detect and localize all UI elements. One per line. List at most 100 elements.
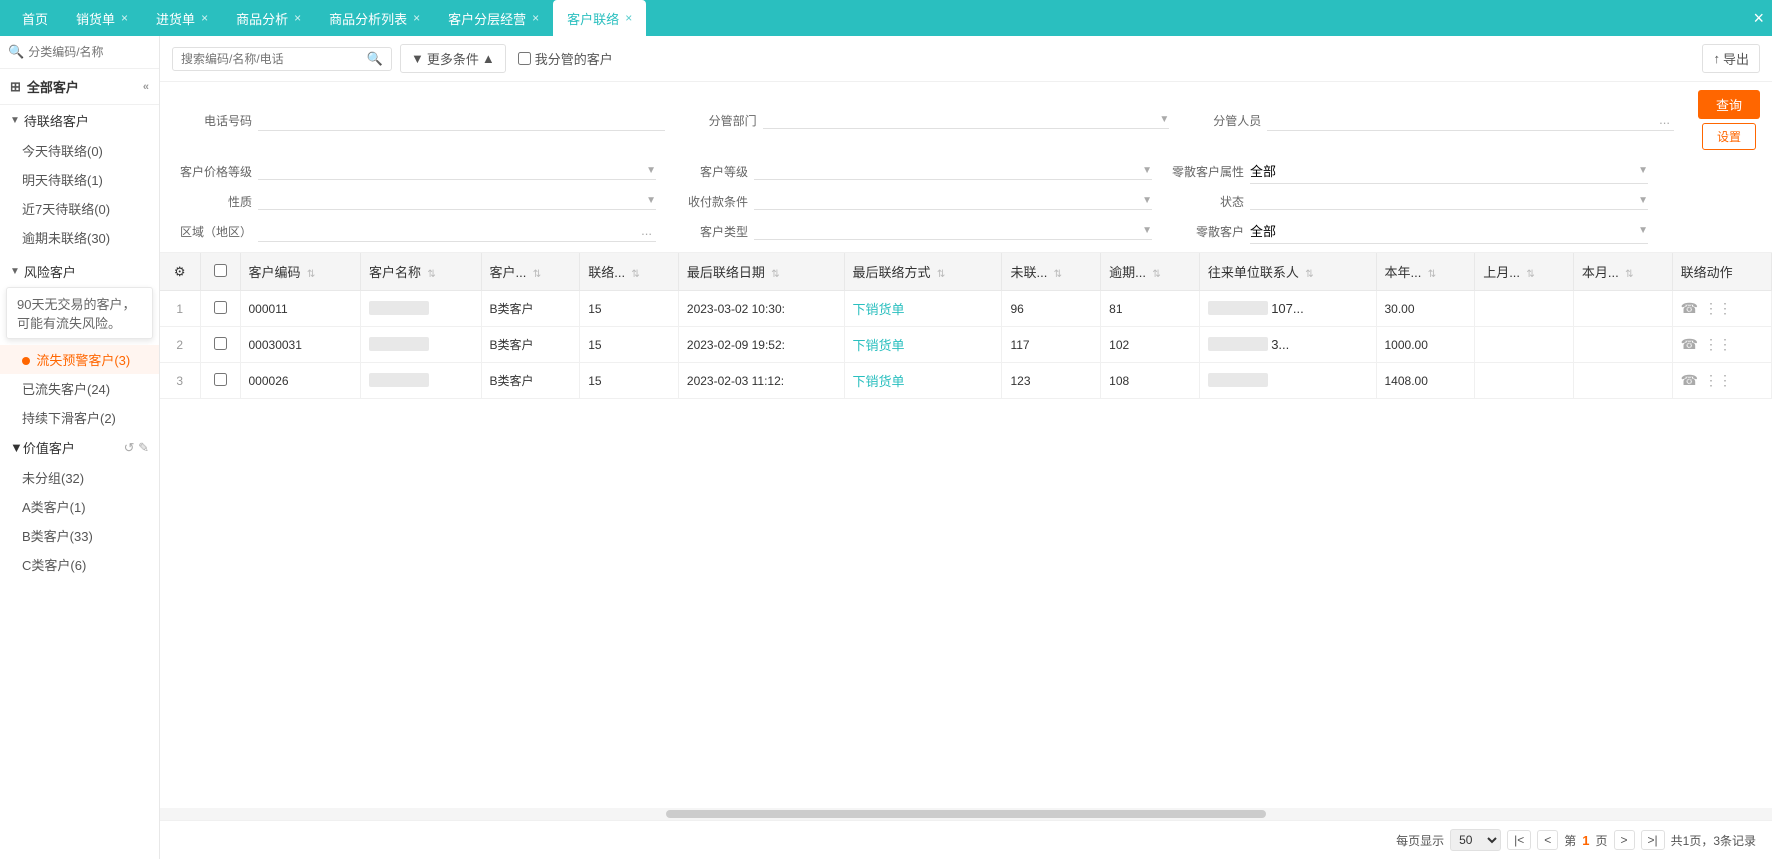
- col-check[interactable]: [200, 253, 240, 291]
- row3-method-link[interactable]: 下销货单: [853, 374, 905, 389]
- row1-contact: 15: [580, 291, 679, 327]
- sidebar-item-churn-warning[interactable]: 流失预警客户(3): [0, 345, 159, 374]
- filter-zero-attr-select[interactable]: 全部 ▼: [1250, 158, 1648, 184]
- col-name[interactable]: 客户名称 ⇅: [361, 253, 482, 291]
- filter-nature-select[interactable]: ▼: [258, 192, 656, 210]
- filter-customer-level-select[interactable]: ▼: [754, 162, 1152, 180]
- filter-customer-type-select[interactable]: ▼: [754, 222, 1152, 240]
- sidebar-group-churn[interactable]: ▼ 风险客户: [0, 256, 159, 287]
- first-page-btn[interactable]: |<: [1507, 830, 1531, 850]
- more-conditions-btn[interactable]: ▼ 更多条件 ▲: [400, 44, 506, 73]
- my-customers-check[interactable]: [518, 52, 531, 65]
- tab-customer-tier[interactable]: 客户分层经营 ×: [434, 0, 553, 36]
- select-all-checkbox[interactable]: [214, 264, 227, 277]
- toolbar-right: ↑ 导出: [1702, 44, 1760, 73]
- sidebar-item-overdue[interactable]: 逾期未联络(30): [0, 223, 159, 252]
- my-customers-checkbox[interactable]: 我分管的客户: [518, 49, 613, 68]
- toolbar-search-input[interactable]: [181, 52, 363, 66]
- row2-this-year: 1000.00: [1376, 327, 1475, 363]
- row3-check[interactable]: [200, 363, 240, 399]
- col-uncontacted[interactable]: 未联... ⇅: [1002, 253, 1101, 291]
- close-customer-contact-tab[interactable]: ×: [625, 11, 632, 25]
- prev-page-btn[interactable]: <: [1537, 830, 1558, 850]
- col-last-method[interactable]: 最后联络方式 ⇅: [844, 253, 1002, 291]
- filter-person-select[interactable]: ...: [1267, 109, 1674, 131]
- row1-more-icon[interactable]: ⋮⋮: [1704, 300, 1732, 317]
- col-unit-contact[interactable]: 往来单位联系人 ⇅: [1199, 253, 1376, 291]
- filter-person-dots[interactable]: ...: [1655, 112, 1674, 127]
- row3-checkbox[interactable]: [214, 373, 227, 386]
- sidebar-item-tomorrow[interactable]: 明天待联络(1): [0, 165, 159, 194]
- filter-zero-customer-select[interactable]: 全部 ▼: [1250, 218, 1648, 244]
- close-analysis-list-tab[interactable]: ×: [413, 11, 420, 25]
- row2-check[interactable]: [200, 327, 240, 363]
- sidebar-search-input[interactable]: [28, 45, 151, 59]
- col-overdue[interactable]: 逾期... ⇅: [1101, 253, 1200, 291]
- toolbar-search-box[interactable]: 🔍: [172, 47, 392, 71]
- filter-status-select[interactable]: ▼: [1250, 192, 1648, 210]
- row2-uncontacted: 117: [1002, 327, 1101, 363]
- col-type[interactable]: 客户... ⇅: [481, 253, 580, 291]
- col-this-year[interactable]: 本年... ⇅: [1376, 253, 1475, 291]
- next-page-btn[interactable]: >: [1614, 830, 1635, 850]
- row1-phone-icon[interactable]: ☎: [1681, 300, 1698, 317]
- tab-purchase[interactable]: 进货单 ×: [142, 0, 222, 36]
- close-sales-tab[interactable]: ×: [121, 11, 128, 25]
- row1-last-method[interactable]: 下销货单: [844, 291, 1002, 327]
- sidebar-item-today[interactable]: 今天待联络(0): [0, 136, 159, 165]
- row2-phone-icon[interactable]: ☎: [1681, 336, 1698, 353]
- sidebar-item-7days[interactable]: 近7天待联络(0): [0, 194, 159, 223]
- last-page-btn[interactable]: >|: [1641, 830, 1665, 850]
- window-close-icon[interactable]: ×: [1753, 8, 1764, 29]
- col-code[interactable]: 客户编码 ⇅: [240, 253, 361, 291]
- sidebar-item-declining[interactable]: 持续下滑客户(2): [0, 403, 159, 432]
- row1-checkbox[interactable]: [214, 301, 227, 314]
- sidebar-item-class-a[interactable]: A类客户(1): [0, 492, 159, 521]
- row2-more-icon[interactable]: ⋮⋮: [1704, 336, 1732, 353]
- filter-payment-select[interactable]: ▼: [754, 192, 1152, 210]
- filter-region-dots[interactable]: ...: [637, 223, 656, 238]
- row3-more-icon[interactable]: ⋮⋮: [1704, 372, 1732, 389]
- horizontal-scrollbar[interactable]: [160, 808, 1772, 820]
- sidebar-search-box[interactable]: 🔍: [0, 36, 159, 69]
- filter-phone-input[interactable]: [258, 110, 665, 131]
- close-purchase-tab[interactable]: ×: [201, 11, 208, 25]
- sidebar-all-customers[interactable]: ⊞ 全部客户 «: [0, 69, 159, 105]
- toolbar-search-icon[interactable]: 🔍: [367, 51, 383, 67]
- row2-method-link[interactable]: 下销货单: [853, 338, 905, 353]
- row2-checkbox[interactable]: [214, 337, 227, 350]
- settings-button[interactable]: 设置: [1702, 123, 1756, 150]
- settings-gear-icon[interactable]: ⚙: [174, 264, 186, 279]
- row2-overdue: 102: [1101, 327, 1200, 363]
- row3-last-method[interactable]: 下销货单: [844, 363, 1002, 399]
- filter-region-select[interactable]: ...: [258, 220, 656, 242]
- row1-method-link[interactable]: 下销货单: [853, 302, 905, 317]
- row1-check[interactable]: [200, 291, 240, 327]
- col-last-date[interactable]: 最后联络日期 ⇅: [678, 253, 844, 291]
- tab-analysis[interactable]: 商品分析 ×: [222, 0, 315, 36]
- filter-price-select[interactable]: ▼: [258, 162, 656, 180]
- sidebar-group-pending[interactable]: ▼ 待联络客户: [0, 105, 159, 136]
- row3-phone-icon[interactable]: ☎: [1681, 372, 1698, 389]
- col-this-month[interactable]: 本月... ⇅: [1573, 253, 1672, 291]
- tab-customer-contact[interactable]: 客户联络 ×: [553, 0, 646, 36]
- sidebar-item-churned[interactable]: 已流失客户(24): [0, 374, 159, 403]
- chevron-down-icon-7: ▼: [1638, 195, 1648, 206]
- per-page-select[interactable]: 50 100 200: [1450, 829, 1501, 851]
- tab-home[interactable]: 首页: [8, 0, 62, 36]
- tab-sales[interactable]: 销货单 ×: [62, 0, 142, 36]
- sidebar-item-class-c[interactable]: C类客户(6): [0, 550, 159, 579]
- close-analysis-tab[interactable]: ×: [294, 11, 301, 25]
- row2-last-method[interactable]: 下销货单: [844, 327, 1002, 363]
- col-last-month[interactable]: 上月... ⇅: [1475, 253, 1574, 291]
- filter-dept-select[interactable]: ▼: [763, 111, 1170, 129]
- tab-analysis-list[interactable]: 商品分析列表 ×: [315, 0, 434, 36]
- scrollbar-thumb[interactable]: [666, 810, 1266, 818]
- sidebar-item-class-b[interactable]: B类客户(33): [0, 521, 159, 550]
- col-contact[interactable]: 联络... ⇅: [580, 253, 679, 291]
- sidebar-item-ungrouped[interactable]: 未分组(32): [0, 463, 159, 492]
- sidebar-group-value[interactable]: ▼ 价值客户 ↺ ✎: [0, 432, 159, 463]
- query-button[interactable]: 查询: [1698, 90, 1760, 119]
- close-customer-tier-tab[interactable]: ×: [532, 11, 539, 25]
- export-btn[interactable]: ↑ 导出: [1702, 44, 1760, 73]
